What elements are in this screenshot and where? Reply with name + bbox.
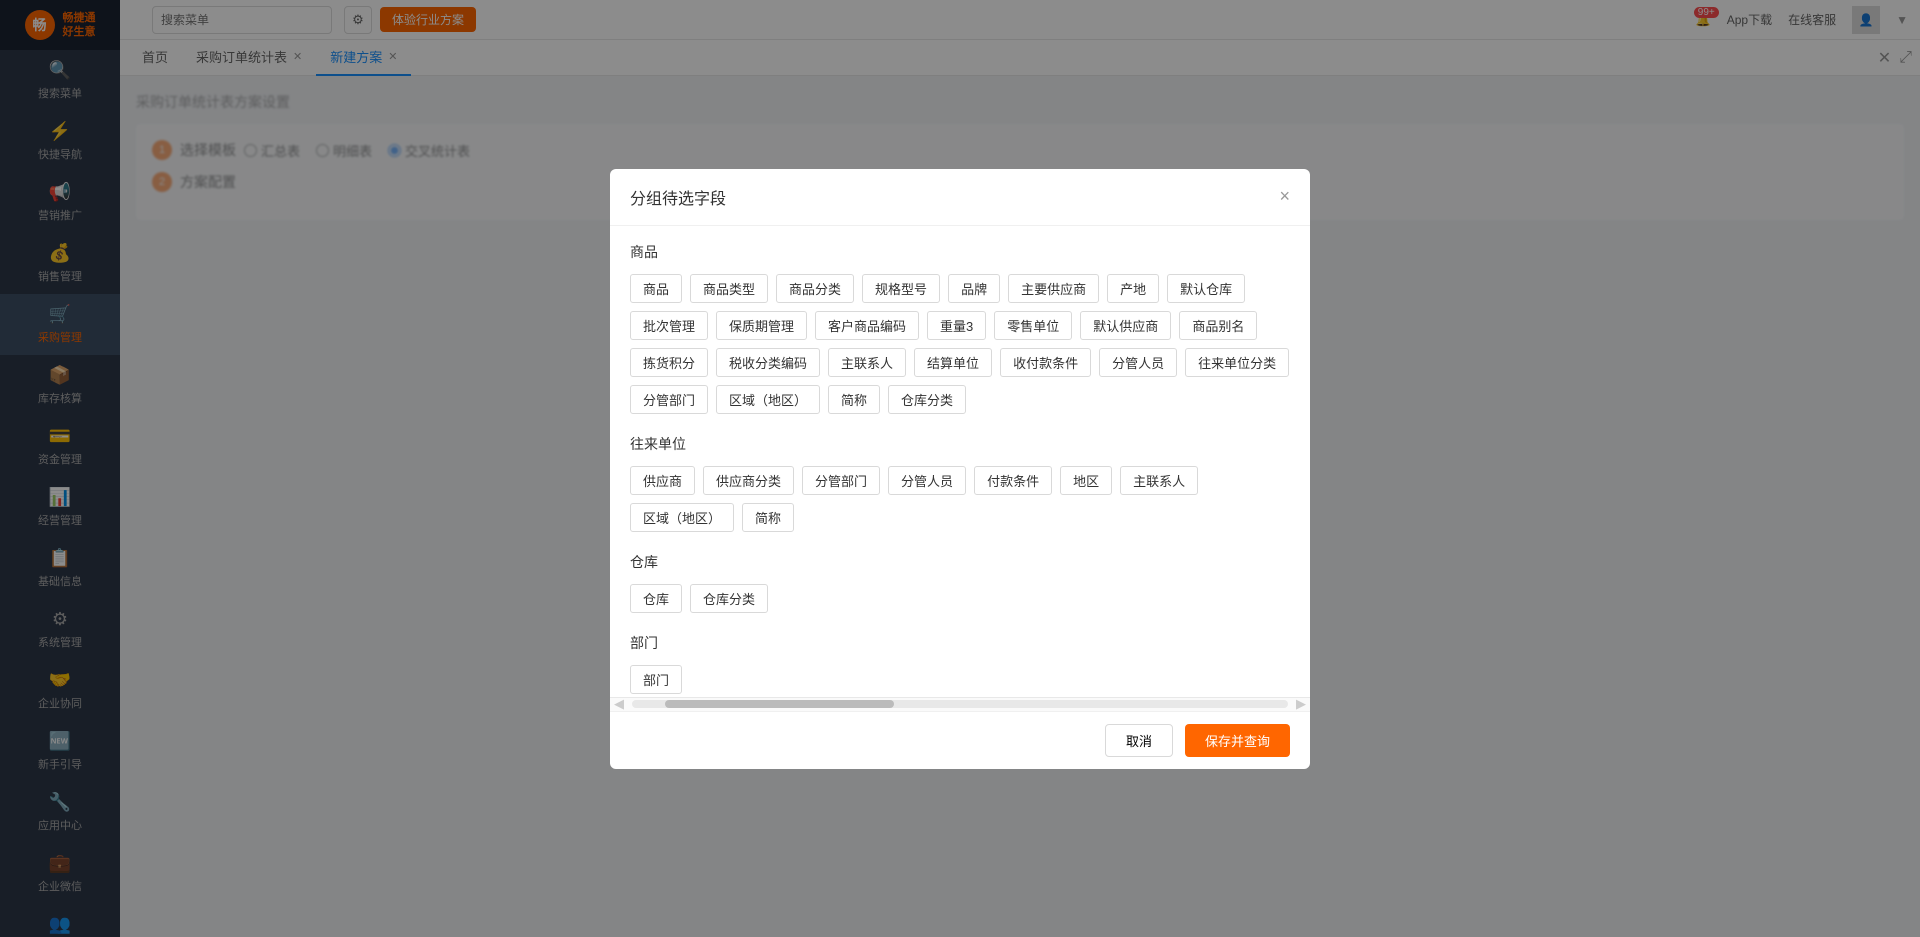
field-tag-supplier_category[interactable]: 供应商分类 [703, 466, 794, 495]
field-tag-manager[interactable]: 分管人员 [1099, 348, 1177, 377]
field-tag-origin[interactable]: 产地 [1107, 274, 1159, 303]
field-tag-customer_code[interactable]: 客户商品编码 [815, 311, 919, 340]
section-department: 部门部门 [630, 633, 1290, 694]
field-tag-warehouse_category[interactable]: 仓库分类 [888, 385, 966, 414]
field-tag-expiry_manage[interactable]: 保质期管理 [716, 311, 807, 340]
field-tag-weight3[interactable]: 重量3 [927, 311, 986, 340]
field-tag-alias[interactable]: 商品别名 [1179, 311, 1257, 340]
field-tag-contact_region[interactable]: 地区 [1060, 466, 1112, 495]
modal-title: 分组待选字段 [630, 185, 726, 209]
field-tag-main_contact[interactable]: 主联系人 [828, 348, 906, 377]
section-products: 商品商品商品类型商品分类规格型号品牌主要供应商产地默认仓库批次管理保质期管理客户… [630, 242, 1290, 414]
field-tag-payment_condition[interactable]: 付款条件 [974, 466, 1052, 495]
field-tag-pickup_points[interactable]: 拣货积分 [630, 348, 708, 377]
field-tag-commodity[interactable]: 商品 [630, 274, 682, 303]
modal-footer: 取消 保存并查询 [610, 711, 1310, 769]
field-tag-default_warehouse[interactable]: 默认仓库 [1167, 274, 1245, 303]
hscroll-thumb [665, 700, 895, 708]
section-title-products: 商品 [630, 242, 1290, 262]
field-tag-contact_area[interactable]: 区域（地区） [630, 503, 734, 532]
field-tag-tax_code[interactable]: 税收分类编码 [716, 348, 820, 377]
field-tag-spec_model[interactable]: 规格型号 [862, 274, 940, 303]
field-tag-contact_main[interactable]: 主联系人 [1120, 466, 1198, 495]
field-tag-abbreviation[interactable]: 简称 [828, 385, 880, 414]
field-tag-dept_manage[interactable]: 分管部门 [630, 385, 708, 414]
field-tag-supplier[interactable]: 供应商 [630, 466, 695, 495]
field-tags-warehouse: 仓库仓库分类 [630, 584, 1290, 613]
modal-hscrollbar: ◀ ▶ [610, 697, 1310, 711]
modal-overlay: 分组待选字段 × 商品商品商品类型商品分类规格型号品牌主要供应商产地默认仓库批次… [0, 0, 1920, 937]
modal-dialog: 分组待选字段 × 商品商品商品类型商品分类规格型号品牌主要供应商产地默认仓库批次… [610, 169, 1310, 769]
field-tags-department: 部门 [630, 665, 1290, 694]
section-contacts: 往来单位供应商供应商分类分管部门分管人员付款条件地区主联系人区域（地区） 简称 [630, 434, 1290, 532]
field-tag-region_area[interactable]: 区域（地区） [716, 385, 820, 414]
section-title-department: 部门 [630, 633, 1290, 653]
field-tag-commodity_category[interactable]: 商品分类 [776, 274, 854, 303]
field-tag-main_supplier[interactable]: 主要供应商 [1008, 274, 1099, 303]
field-tag-batch_manage[interactable]: 批次管理 [630, 311, 708, 340]
field-tag-contact_manager[interactable]: 分管人员 [888, 466, 966, 495]
section-title-contacts: 往来单位 [630, 434, 1290, 454]
field-tag-retail_unit[interactable]: 零售单位 [994, 311, 1072, 340]
modal-body[interactable]: 商品商品商品类型商品分类规格型号品牌主要供应商产地默认仓库批次管理保质期管理客户… [610, 226, 1310, 697]
field-tag-contact_abbr[interactable]: 简称 [742, 503, 794, 532]
field-tag-settle_unit[interactable]: 结算单位 [914, 348, 992, 377]
field-tag-unit_category[interactable]: 往来单位分类 [1185, 348, 1289, 377]
field-tag-default_supplier[interactable]: 默认供应商 [1080, 311, 1171, 340]
field-tag-warehouse[interactable]: 仓库 [630, 584, 682, 613]
section-warehouse: 仓库仓库仓库分类 [630, 552, 1290, 613]
field-tag-contact_dept[interactable]: 分管部门 [802, 466, 880, 495]
cancel-button[interactable]: 取消 [1105, 724, 1173, 757]
field-tag-dept[interactable]: 部门 [630, 665, 682, 694]
hscroll-track [632, 700, 1288, 708]
field-tag-warehouse_type[interactable]: 仓库分类 [690, 584, 768, 613]
field-tag-commodity_type[interactable]: 商品类型 [690, 274, 768, 303]
section-title-warehouse: 仓库 [630, 552, 1290, 572]
save-button[interactable]: 保存并查询 [1185, 724, 1290, 757]
field-tag-payment_terms[interactable]: 收付款条件 [1000, 348, 1091, 377]
field-tag-brand[interactable]: 品牌 [948, 274, 1000, 303]
modal-header: 分组待选字段 × [610, 169, 1310, 226]
field-tags-contacts: 供应商供应商分类分管部门分管人员付款条件地区主联系人区域（地区） 简称 [630, 466, 1290, 532]
modal-close-button[interactable]: × [1279, 186, 1290, 207]
field-tags-products: 商品商品类型商品分类规格型号品牌主要供应商产地默认仓库批次管理保质期管理客户商品… [630, 274, 1290, 414]
